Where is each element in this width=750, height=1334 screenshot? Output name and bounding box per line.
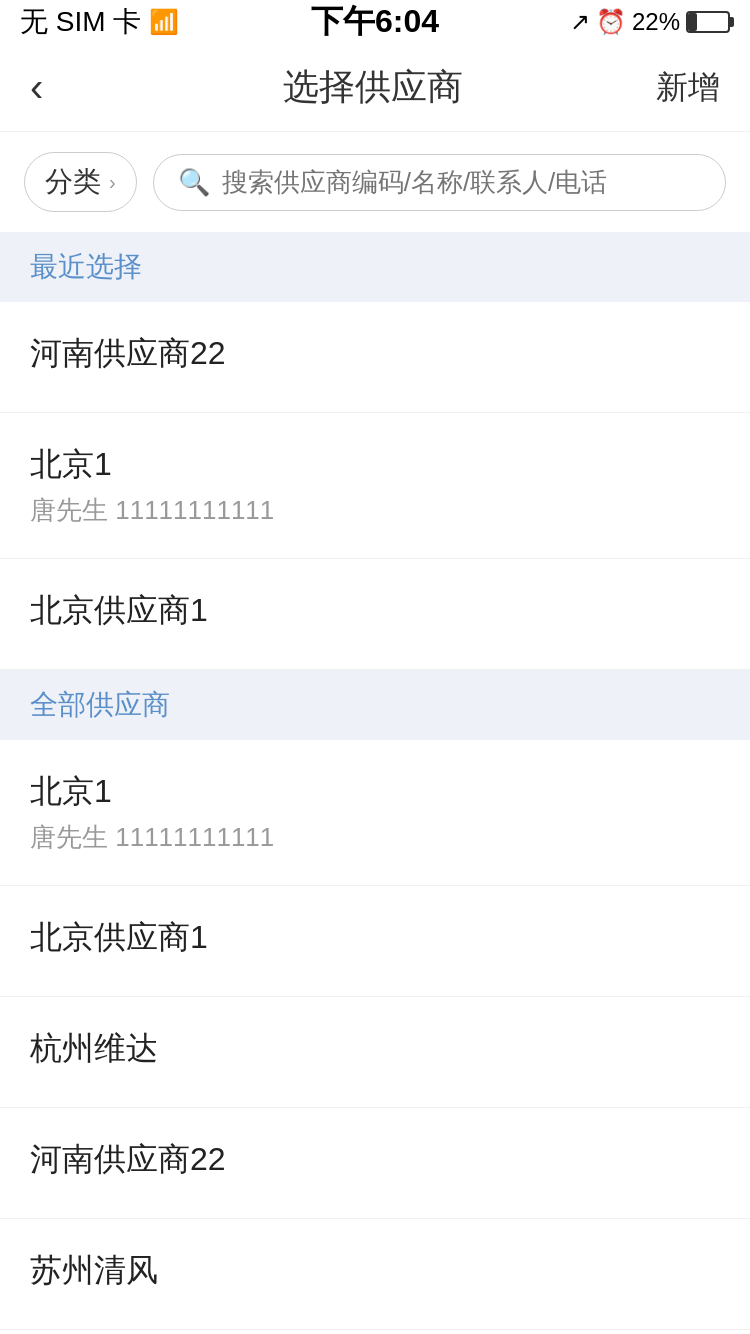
add-button[interactable]: 新增 bbox=[656, 66, 720, 110]
item-detail: 唐先生 11111111111 bbox=[30, 493, 720, 528]
item-name: 河南供应商22 bbox=[30, 332, 720, 376]
section-header-all: 全部供应商 bbox=[0, 670, 750, 740]
search-box[interactable]: 🔍 bbox=[153, 154, 726, 211]
status-bar: 无 SIM 卡 📶 下午6:04 ↗ ⏰ 22% bbox=[0, 0, 750, 44]
list-item[interactable]: 河南供应商22 bbox=[0, 1108, 750, 1219]
nav-bar: ‹ 选择供应商 新增 bbox=[0, 44, 750, 132]
alarm-icon: ⏰ bbox=[596, 8, 626, 36]
list-item[interactable]: 北京供应商1 bbox=[0, 559, 750, 670]
section-header-recent: 最近选择 bbox=[0, 232, 750, 302]
supplier-list: 最近选择河南供应商22 北京1 唐先生 11111111111 北京供应商1 全部供应商… bbox=[0, 232, 750, 1330]
list-item[interactable]: 河南供应商22 bbox=[0, 302, 750, 413]
list-item[interactable]: 杭州维达 bbox=[0, 997, 750, 1108]
item-name: 苏州清风 bbox=[30, 1249, 720, 1293]
item-name: 河南供应商22 bbox=[30, 1138, 720, 1182]
battery-icon bbox=[686, 11, 730, 33]
wifi-icon: 📶 bbox=[149, 8, 179, 36]
item-name: 北京供应商1 bbox=[30, 589, 720, 633]
item-name: 北京供应商1 bbox=[30, 916, 720, 960]
list-item[interactable]: 北京1 唐先生 11111111111 bbox=[0, 413, 750, 559]
chevron-right-icon: › bbox=[109, 171, 116, 194]
page-title: 选择供应商 bbox=[283, 63, 463, 112]
sim-label: 无 SIM 卡 bbox=[20, 3, 141, 41]
search-input[interactable] bbox=[222, 167, 701, 198]
filter-bar: 分类 › 🔍 bbox=[0, 132, 750, 232]
list-item[interactable]: 北京1 唐先生 11111111111 bbox=[0, 740, 750, 886]
status-right: ↗ ⏰ 22% bbox=[570, 8, 730, 36]
list-item[interactable]: 北京供应商1 bbox=[0, 886, 750, 997]
item-name: 北京1 bbox=[30, 770, 720, 814]
category-button[interactable]: 分类 › bbox=[24, 152, 137, 212]
status-left: 无 SIM 卡 📶 bbox=[20, 3, 179, 41]
item-name: 北京1 bbox=[30, 443, 720, 487]
back-button[interactable]: ‹ bbox=[30, 65, 90, 110]
search-icon: 🔍 bbox=[178, 167, 210, 198]
status-time: 下午6:04 bbox=[311, 0, 439, 44]
item-detail: 唐先生 11111111111 bbox=[30, 820, 720, 855]
item-name: 杭州维达 bbox=[30, 1027, 720, 1071]
list-item[interactable]: 苏州清风 bbox=[0, 1219, 750, 1330]
location-icon: ↗ bbox=[570, 8, 590, 36]
category-label: 分类 bbox=[45, 163, 101, 201]
battery-percent: 22% bbox=[632, 8, 680, 36]
